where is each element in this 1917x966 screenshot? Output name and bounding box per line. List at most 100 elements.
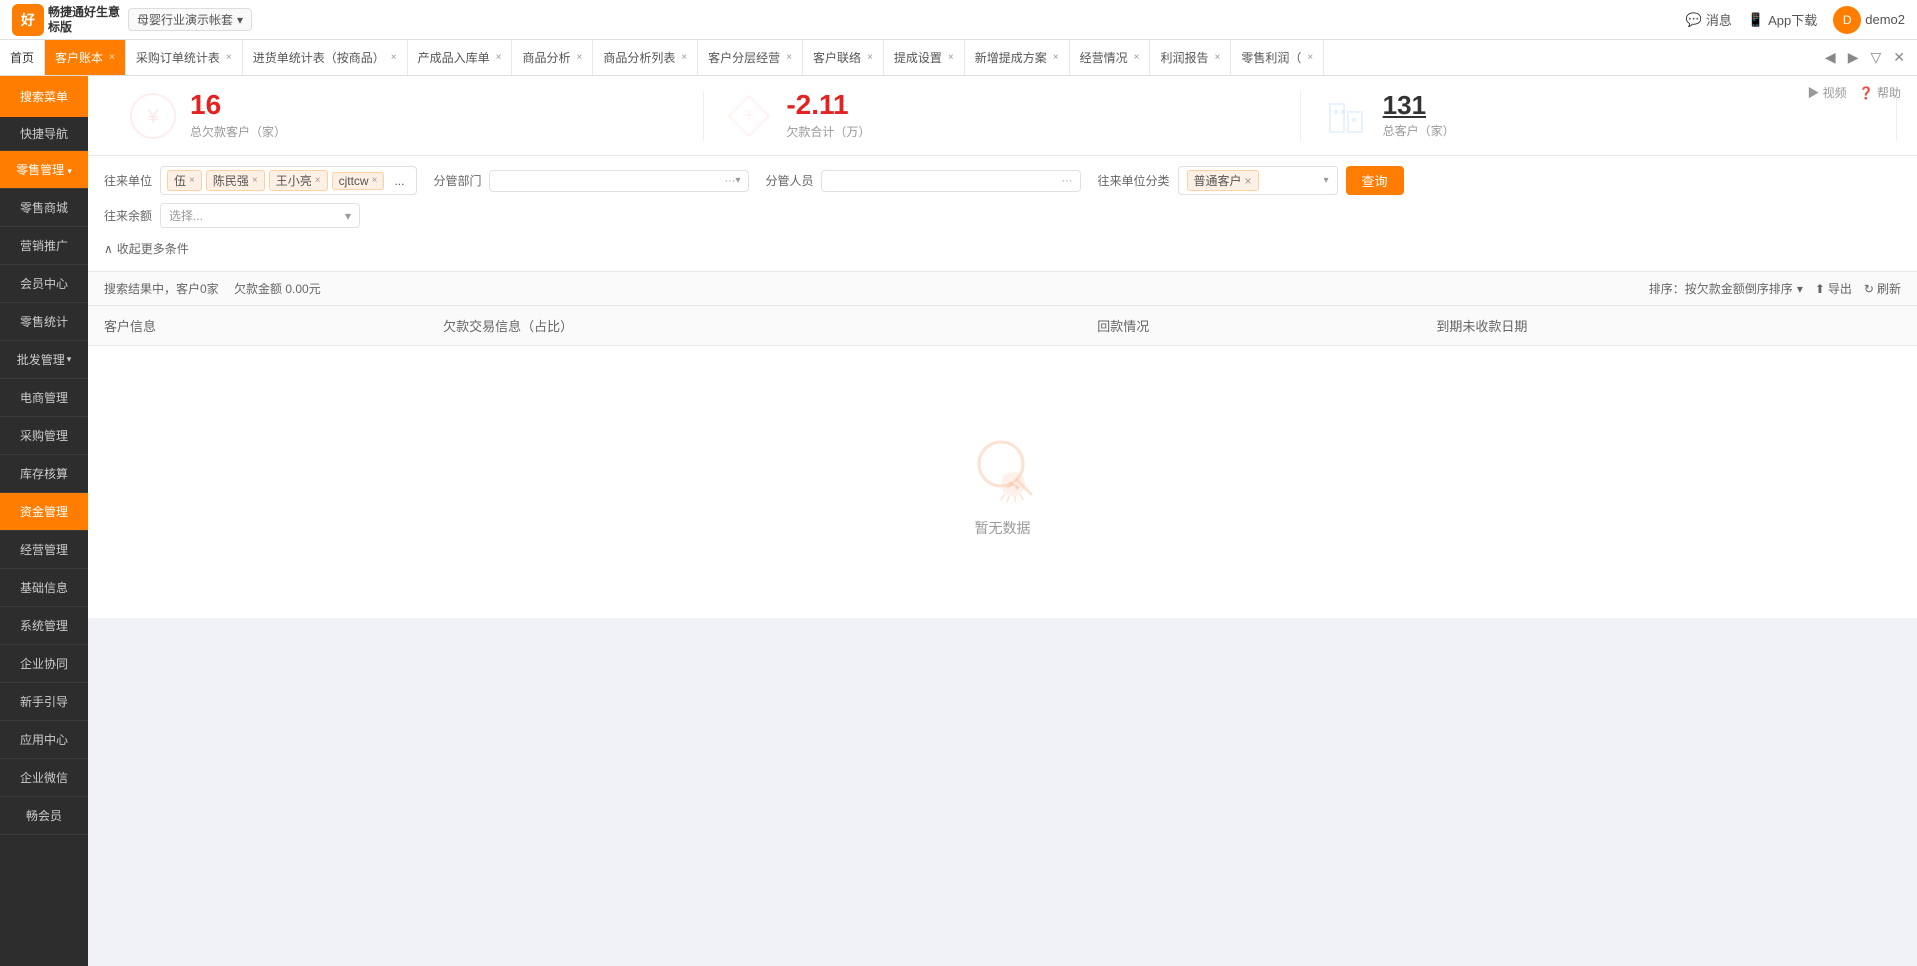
close-tab-icon[interactable]: × bbox=[391, 52, 397, 63]
close-tab-icon[interactable]: × bbox=[496, 52, 502, 63]
help-btn[interactable]: ❓ 帮助 bbox=[1859, 84, 1901, 101]
industry-selector[interactable]: 母婴行业演示帐套 ▾ bbox=[128, 8, 252, 31]
filter-tag-more[interactable]: ... bbox=[388, 173, 410, 189]
person-input-more-icon[interactable]: ··· bbox=[1061, 175, 1072, 187]
tab-retail-profit[interactable]: 零售利润（ × bbox=[1231, 40, 1324, 76]
sidebar-item-new-guide[interactable]: 新手引导 bbox=[0, 683, 88, 721]
sort-label: 排序：按欠款金额倒序排序 bbox=[1649, 280, 1793, 297]
sidebar-item-retail-stats[interactable]: 零售统计 bbox=[0, 303, 88, 341]
tab-profit-report[interactable]: 利润报告 × bbox=[1150, 40, 1231, 76]
content-area: ¥ 16 总欠款客户（家） + -2.11 欠款合计（ bbox=[88, 76, 1917, 966]
tab-operation-status[interactable]: 经营情况 × bbox=[1070, 40, 1151, 76]
close-tab-icon[interactable]: × bbox=[109, 52, 115, 63]
logo-icon: 好 bbox=[12, 4, 44, 36]
unit-filter-tags[interactable]: 伍 × 陈民强 × 王小亮 × cjttcw × ... bbox=[160, 166, 417, 195]
credit-filter-dropdown[interactable]: 选择... ▾ bbox=[160, 203, 360, 228]
sidebar-item-basic-info[interactable]: 基础信息 bbox=[0, 569, 88, 607]
result-bar: 搜索结果中，客户0家 欠款金额 0.00元 排序：按欠款金额倒序排序 ▾ ⬆ 导… bbox=[88, 272, 1917, 306]
close-tab-icon[interactable]: × bbox=[948, 52, 954, 63]
tab-mention-settings[interactable]: 提成设置 × bbox=[884, 40, 965, 76]
sidebar-item-ecommerce[interactable]: 电商管理 bbox=[0, 379, 88, 417]
sidebar-item-enterprise-wechat[interactable]: 企业微信 bbox=[0, 759, 88, 797]
top-bar-left: 好 畅捷通好生意 标版 母婴行业演示帐套 ▾ bbox=[12, 4, 252, 36]
person-filter-input[interactable]: ··· bbox=[821, 170, 1081, 192]
close-tab-icon[interactable]: × bbox=[576, 52, 582, 63]
search-menu-btn[interactable]: 搜索菜单 bbox=[8, 84, 80, 109]
remove-classify-tag[interactable]: × bbox=[1245, 174, 1252, 188]
diamond-plus-icon: + bbox=[724, 91, 774, 141]
sidebar-item-vip-member[interactable]: 畅会员 bbox=[0, 797, 88, 835]
result-bar-right: 排序：按欠款金额倒序排序 ▾ ⬆ 导出 ↻ 刷新 bbox=[1649, 280, 1901, 297]
query-button[interactable]: 查询 bbox=[1346, 166, 1404, 195]
data-table: 客户信息 欠款交易信息（占比） 回款情况 到期未收款日期 bbox=[88, 306, 1917, 618]
tab-product-analysis[interactable]: 商品分析 × bbox=[512, 40, 593, 76]
nav-next-btn[interactable]: ▶ bbox=[1844, 47, 1863, 68]
sidebar-item-retail-store[interactable]: 零售商城 bbox=[0, 189, 88, 227]
person-input[interactable] bbox=[830, 174, 1061, 188]
nav-close-all-btn[interactable]: ✕ bbox=[1889, 47, 1909, 68]
filter-tag-cjttcw: cjttcw × bbox=[332, 172, 385, 190]
filter-tag-wu: 伍 × bbox=[167, 170, 202, 191]
tab-goods-inbound[interactable]: 进货单统计表（按商品） × bbox=[243, 40, 408, 76]
sidebar-item-enterprise[interactable]: 企业协同 bbox=[0, 645, 88, 683]
refresh-btn[interactable]: ↻ 刷新 bbox=[1864, 280, 1901, 297]
messages-btn[interactable]: 💬 消息 bbox=[1686, 10, 1732, 29]
close-tab-icon[interactable]: × bbox=[1053, 52, 1059, 63]
video-help-btn[interactable]: ▶ 视频 bbox=[1807, 84, 1846, 101]
empty-text: 暂无数据 bbox=[975, 518, 1031, 538]
close-tab-icon[interactable]: × bbox=[867, 52, 873, 63]
export-btn[interactable]: ⬆ 导出 bbox=[1815, 280, 1852, 297]
tab-customer-contact[interactable]: 客户联络 × bbox=[803, 40, 884, 76]
sidebar-item-membership[interactable]: 会员中心 bbox=[0, 265, 88, 303]
sidebar-item-marketing[interactable]: 营销推广 bbox=[0, 227, 88, 265]
sidebar-item-finance[interactable]: 资金管理 bbox=[0, 493, 88, 531]
dept-input[interactable] bbox=[498, 174, 724, 188]
remove-tag-chenminqiang[interactable]: × bbox=[252, 175, 258, 186]
unit-filter-label: 往来单位 bbox=[104, 172, 152, 189]
overdue-customers-number: 16 bbox=[190, 91, 286, 119]
close-tab-icon[interactable]: × bbox=[1134, 52, 1140, 63]
overdue-amount-number: -2.11 bbox=[786, 91, 870, 119]
tab-home[interactable]: 首页 bbox=[0, 40, 45, 76]
classify-chevron-icon[interactable]: ▾ bbox=[1323, 175, 1328, 186]
close-tab-icon[interactable]: × bbox=[681, 52, 687, 63]
remove-tag-wu[interactable]: × bbox=[189, 175, 195, 186]
tab-new-mention[interactable]: 新增提成方案 × bbox=[965, 40, 1070, 76]
close-tab-icon[interactable]: × bbox=[1307, 52, 1313, 63]
remove-tag-cjttcw[interactable]: × bbox=[372, 175, 378, 186]
close-tab-icon[interactable]: × bbox=[1214, 52, 1220, 63]
sidebar-search-area: 搜索菜单 bbox=[0, 76, 88, 117]
sidebar-quick-nav[interactable]: 快捷导航 bbox=[0, 117, 88, 151]
sidebar-item-retail-mgmt[interactable]: 零售管理 ▾ bbox=[0, 151, 88, 189]
tab-product-analysis-list[interactable]: 商品分析列表 × bbox=[593, 40, 698, 76]
tab-product-inbound[interactable]: 产成品入库单 × bbox=[408, 40, 513, 76]
dept-filter-input[interactable]: ··· ▾ bbox=[489, 170, 749, 192]
close-tab-icon[interactable]: × bbox=[786, 52, 792, 63]
table-header: 客户信息 欠款交易信息（占比） 回款情况 到期未收款日期 bbox=[88, 306, 1917, 346]
dept-dropdown-icon[interactable]: ▾ bbox=[735, 175, 740, 186]
sidebar-item-wholesale[interactable]: 批发管理 ▾ bbox=[0, 341, 88, 379]
sort-chevron-icon[interactable]: ▾ bbox=[1797, 282, 1803, 296]
nav-menu-btn[interactable]: ▽ bbox=[1866, 47, 1885, 68]
tab-customer-segment[interactable]: 客户分层经营 × bbox=[698, 40, 803, 76]
credit-chevron-icon: ▾ bbox=[345, 209, 351, 223]
total-customers-number: 131 bbox=[1383, 92, 1455, 118]
tab-customer-accounts[interactable]: 客户账本 × bbox=[45, 40, 126, 76]
building-icon bbox=[1321, 91, 1371, 141]
collapse-button[interactable]: ∧ 收起更多条件 bbox=[104, 240, 1901, 257]
close-tab-icon[interactable]: × bbox=[226, 52, 232, 63]
nav-prev-btn[interactable]: ◀ bbox=[1821, 47, 1840, 68]
remove-tag-wangxiaoliang[interactable]: × bbox=[315, 175, 321, 186]
sidebar-item-sys-mgmt[interactable]: 系统管理 bbox=[0, 607, 88, 645]
classify-filter[interactable]: 普通客户 × ▾ bbox=[1178, 166, 1338, 195]
sidebar-item-purchase[interactable]: 采购管理 bbox=[0, 417, 88, 455]
sidebar-item-inventory[interactable]: 库存核算 bbox=[0, 455, 88, 493]
dept-input-more-icon[interactable]: ··· bbox=[724, 175, 735, 187]
help-icon: ❓ bbox=[1859, 86, 1874, 100]
sidebar-item-operations[interactable]: 经营管理 bbox=[0, 531, 88, 569]
filter-tag-chenminqiang: 陈民强 × bbox=[206, 170, 265, 191]
app-download-btn[interactable]: 📱 App下载 bbox=[1748, 10, 1817, 29]
tab-purchase-order[interactable]: 采购订单统计表 × bbox=[126, 40, 243, 76]
sidebar-item-app-center[interactable]: 应用中心 bbox=[0, 721, 88, 759]
user-avatar[interactable]: D demo2 bbox=[1833, 6, 1905, 34]
